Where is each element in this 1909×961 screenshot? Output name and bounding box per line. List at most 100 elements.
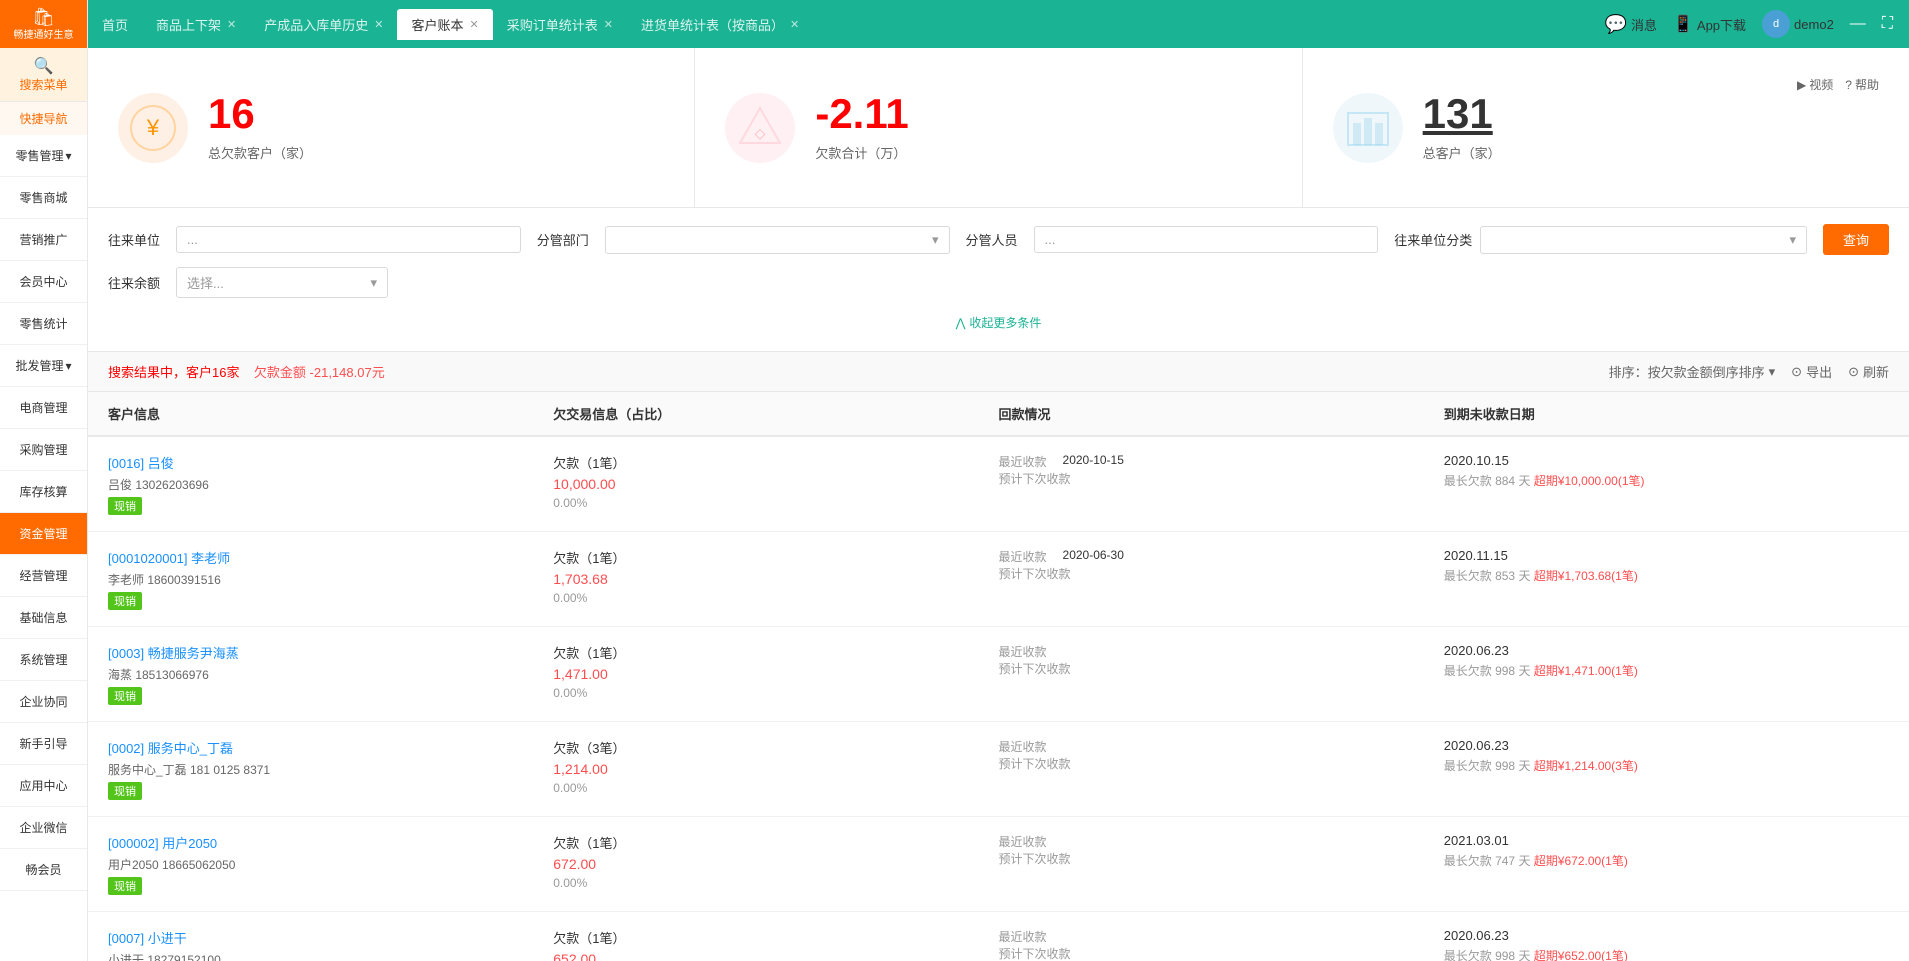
col-customer-info: 客户信息	[108, 404, 553, 423]
person-input[interactable]: ...	[1034, 226, 1379, 253]
sidebar-nav: 零售管理 ▾ 零售商城 营销推广 会员中心 零售统计 批发管理 ▾ 电商管理 采…	[0, 135, 87, 961]
tab-purchase[interactable]: 采购订单统计表 ✕	[493, 9, 627, 40]
svg-text:◇: ◇	[755, 125, 766, 141]
sidebar-item-enterprise-collab[interactable]: 企业协同	[0, 681, 87, 723]
tab-close-icon[interactable]: ✕	[227, 18, 236, 31]
quick-nav[interactable]: 快捷导航	[0, 102, 87, 135]
stat-total-customers: 131 总客户（家） ▶ 视频 ? 帮助	[1303, 48, 1909, 207]
debt-amount[interactable]: 1,214.00	[553, 761, 998, 777]
customer-name-link[interactable]: 小进干	[148, 931, 187, 946]
overdue-link[interactable]: 超期¥1,214.00(3笔)	[1534, 759, 1638, 773]
debt-amount[interactable]: 1,471.00	[553, 666, 998, 682]
customer-name-link[interactable]: 吕俊	[148, 456, 174, 471]
due-date-cell: 2020.06.23 最长欠款 998 天 超期¥652.00(1笔)	[1444, 928, 1889, 961]
topbar: 首页 商品上下架 ✕ 产成品入库单历史 ✕ 客户账本 ✕ 采购订单统计表 ✕ 进…	[88, 0, 1909, 48]
overdue-link[interactable]: 超期¥1,703.68(1笔)	[1534, 569, 1638, 583]
overdue-link[interactable]: 超期¥672.00(1笔)	[1534, 854, 1628, 868]
stat-debt-amount-label: 欠款合计（万）	[815, 143, 908, 162]
customer-name-link[interactable]: 畅捷服务尹海蒸	[148, 646, 239, 661]
sidebar-item-app-center[interactable]: 应用中心	[0, 765, 87, 807]
message-button[interactable]: 💬 消息	[1605, 14, 1657, 35]
minimize-icon[interactable]: —	[1850, 15, 1866, 33]
debt-count: 欠款（1笔）	[553, 548, 998, 567]
sidebar-item-inventory[interactable]: 库存核算	[0, 471, 87, 513]
sidebar-item-retail-mgmt[interactable]: 零售管理 ▾	[0, 135, 87, 177]
result-bar: 搜索结果中，客户16家 欠款金额 -21,148.07元 排序：按欠款金额倒序排…	[88, 352, 1909, 392]
sidebar-item-enterprise-wechat[interactable]: 企业微信	[0, 807, 87, 849]
table-row: [0003] 畅捷服务尹海蒸 海蒸 18513066976 现销 欠款（1笔） …	[88, 627, 1909, 722]
overdue-link[interactable]: 超期¥10,000.00(1笔)	[1534, 474, 1645, 488]
chevron-down-icon: ▾	[370, 275, 377, 291]
customer-sub: 小进干 18279152100	[108, 951, 553, 961]
table-row: [000002] 用户2050 用户2050 18665062050 现销 欠款…	[88, 817, 1909, 912]
maximize-icon[interactable]: ⛶	[1882, 15, 1893, 33]
filter-collapse-row: ⋀ 收起更多条件	[108, 310, 1889, 335]
tab-close-icon[interactable]: ✕	[470, 18, 479, 31]
video-link[interactable]: ▶ 视频	[1797, 76, 1833, 93]
tab-close-icon[interactable]: ✕	[374, 18, 383, 31]
search-label[interactable]: 搜索菜单	[8, 76, 79, 93]
supplier-input[interactable]: ...	[176, 226, 521, 253]
user-profile-button[interactable]: d demo2	[1762, 10, 1834, 38]
dept-label: 分管部门	[537, 230, 597, 249]
sidebar-item-basic-info[interactable]: 基础信息	[0, 597, 87, 639]
tab-close-icon[interactable]: ✕	[604, 18, 613, 31]
sidebar-item-retail-mall[interactable]: 零售商城	[0, 177, 87, 219]
tab-products[interactable]: 商品上下架 ✕	[142, 9, 250, 40]
sort-dropdown[interactable]: 排序：按欠款金额倒序排序 ▾	[1609, 362, 1776, 381]
sidebar-item-finance[interactable]: 资金管理	[0, 513, 87, 555]
debt-amount[interactable]: 10,000.00	[553, 476, 998, 492]
customer-id[interactable]: [000002]	[108, 836, 159, 851]
tab-home[interactable]: 首页	[88, 9, 142, 40]
balance-select[interactable]: 选择... ▾	[176, 267, 388, 298]
supplier-label: 往来单位	[108, 230, 168, 249]
debt-amount[interactable]: 672.00	[553, 856, 998, 872]
customer-id[interactable]: [0016]	[108, 456, 144, 471]
tab-inventory[interactable]: 进货单统计表（按商品） ✕	[627, 9, 813, 40]
table-header: 客户信息 欠交易信息（占比） 回款情况 到期未收款日期	[88, 392, 1909, 437]
due-date-cell: 2020.06.23 最长欠款 998 天 超期¥1,214.00(3笔)	[1444, 738, 1889, 774]
customer-id[interactable]: [0001020001]	[108, 551, 188, 566]
sidebar-item-operations[interactable]: 经营管理	[0, 555, 87, 597]
sidebar-search[interactable]: 🔍 搜索菜单	[0, 48, 87, 102]
filter-balance: 往来余额 选择... ▾	[108, 267, 388, 298]
col-debt-info: 欠交易信息（占比）	[553, 404, 998, 423]
search-button[interactable]: 查询	[1823, 224, 1889, 255]
filter-row-1: 往来单位 ... 分管部门 ▾ 分管人员 ...	[108, 224, 1889, 255]
customer-name-link[interactable]: 用户2050	[162, 836, 217, 851]
debt-amount[interactable]: 652.00	[553, 951, 998, 961]
sidebar-item-system[interactable]: 系统管理	[0, 639, 87, 681]
sidebar-item-free-member[interactable]: 畅会员	[0, 849, 87, 891]
category-select[interactable]: ▾	[1480, 226, 1807, 254]
debt-amount[interactable]: 1,703.68	[553, 571, 998, 587]
sidebar-item-retail-stats[interactable]: 零售统计	[0, 303, 87, 345]
refresh-button[interactable]: ⊙ 刷新	[1848, 362, 1889, 381]
app-download-button[interactable]: 📱 App下载	[1673, 14, 1746, 34]
overdue-link[interactable]: 超期¥1,471.00(1笔)	[1534, 664, 1638, 678]
dept-select[interactable]: ▾	[605, 226, 950, 254]
customer-cell: [0002] 服务中心_丁磊 服务中心_丁磊 181 0125 8371 现销	[108, 738, 553, 800]
customer-sub: 海蒸 18513066976	[108, 666, 553, 683]
sidebar-item-marketing[interactable]: 营销推广	[0, 219, 87, 261]
customer-id[interactable]: [0002]	[108, 741, 144, 756]
tab-close-icon[interactable]: ✕	[790, 18, 799, 31]
balance-label: 往来余额	[108, 273, 168, 292]
customer-id[interactable]: [0007]	[108, 931, 144, 946]
overdue-link[interactable]: 超期¥652.00(1笔)	[1534, 949, 1628, 961]
sidebar-item-ecommerce[interactable]: 电商管理	[0, 387, 87, 429]
sidebar-item-wholesale[interactable]: 批发管理 ▾	[0, 345, 87, 387]
customer-name-link[interactable]: 服务中心_丁磊	[148, 741, 233, 756]
customer-id[interactable]: [0003]	[108, 646, 144, 661]
tab-customer-account[interactable]: 客户账本 ✕	[397, 9, 492, 40]
sidebar-item-member[interactable]: 会员中心	[0, 261, 87, 303]
table-row: [0002] 服务中心_丁磊 服务中心_丁磊 181 0125 8371 现销 …	[88, 722, 1909, 817]
sidebar-item-purchase[interactable]: 采购管理	[0, 429, 87, 471]
customer-tag: 现销	[108, 877, 142, 895]
due-date-cell: 2020.06.23 最长欠款 998 天 超期¥1,471.00(1笔)	[1444, 643, 1889, 679]
export-button[interactable]: ⊙ 导出	[1791, 362, 1832, 381]
tab-production[interactable]: 产成品入库单历史 ✕	[250, 9, 397, 40]
customer-name-link[interactable]: 李老师	[191, 551, 230, 566]
help-link[interactable]: ? 帮助	[1845, 76, 1879, 93]
collapse-button[interactable]: ⋀ 收起更多条件	[952, 310, 1046, 335]
sidebar-item-new-guide[interactable]: 新手引导	[0, 723, 87, 765]
